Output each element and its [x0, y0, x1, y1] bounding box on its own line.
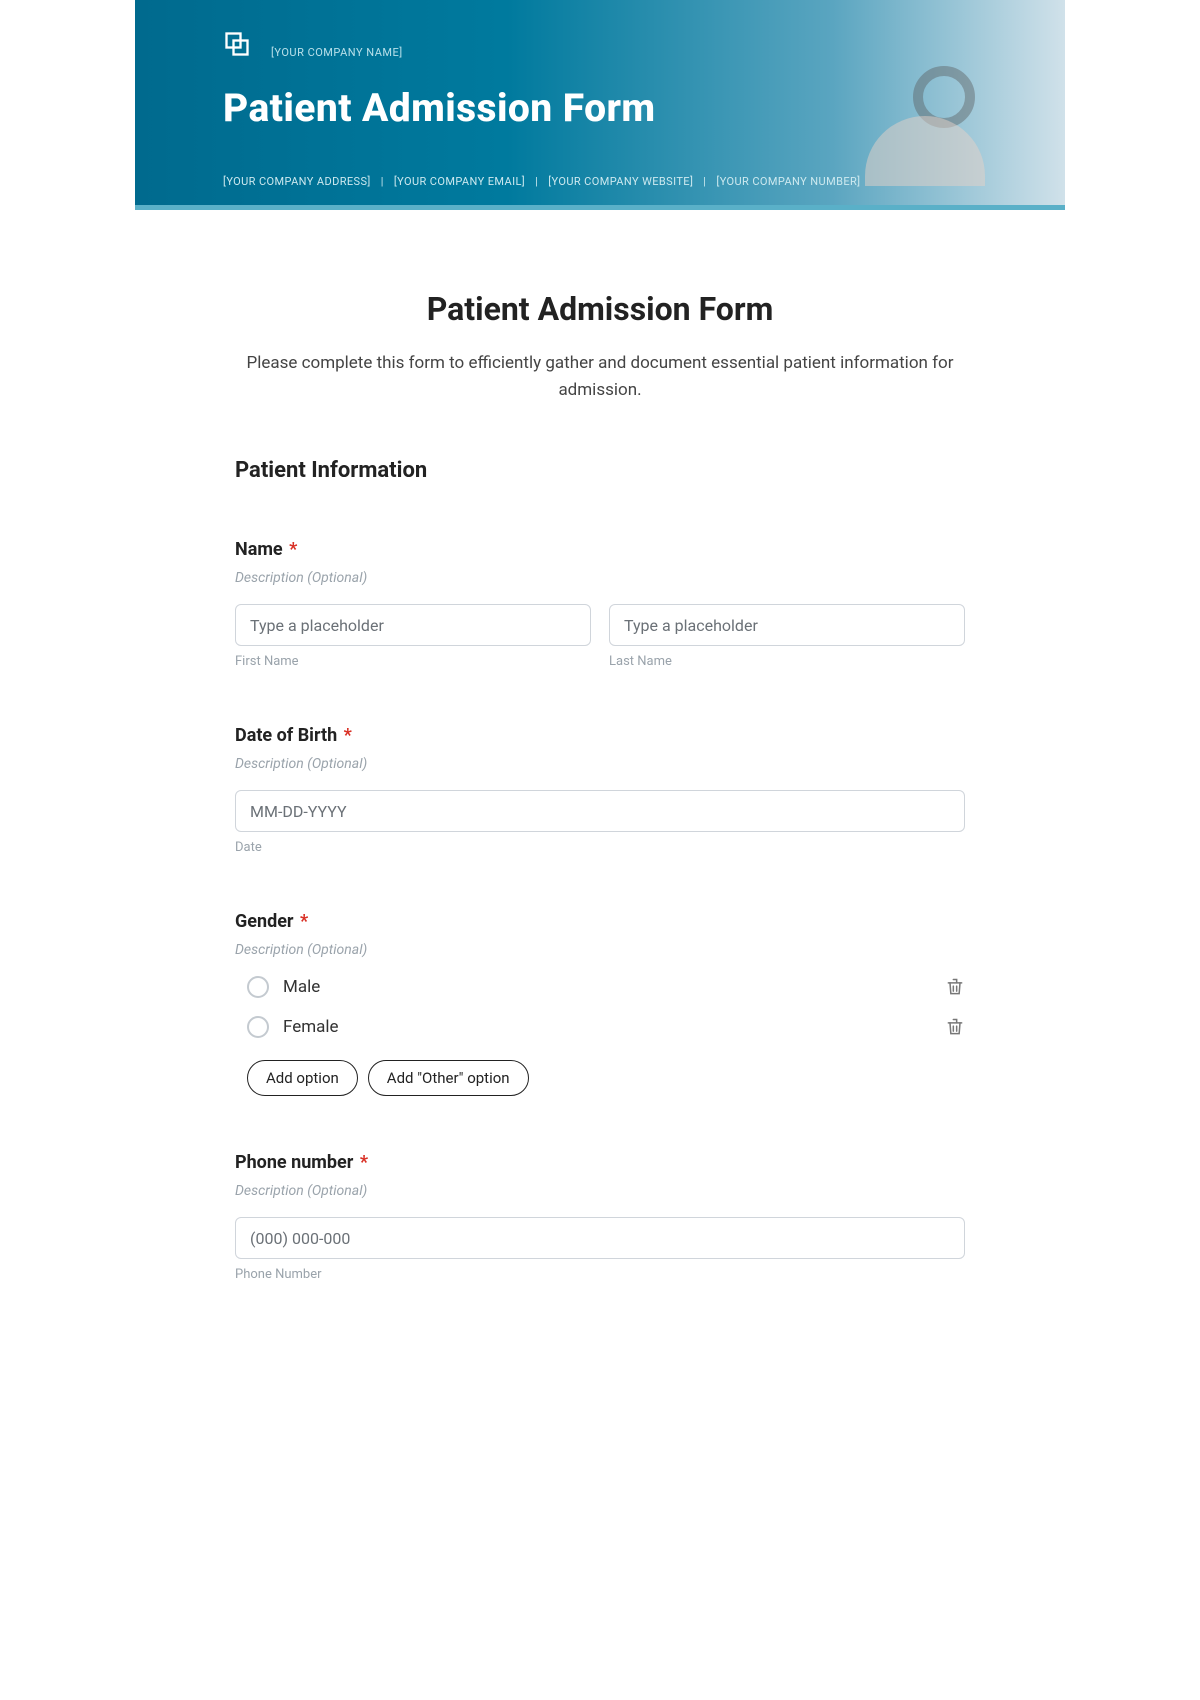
required-mark: * — [300, 911, 308, 932]
gender-label: Gender * — [235, 911, 965, 932]
first-name-sublabel: First Name — [235, 654, 591, 669]
delete-option-button[interactable] — [945, 1017, 965, 1037]
add-other-option-button[interactable]: Add "Other" option — [368, 1060, 529, 1096]
phone-sublabel: Phone Number — [235, 1267, 965, 1282]
name-label: Name * — [235, 539, 965, 560]
gender-option-label[interactable]: Male — [283, 977, 945, 997]
gender-option-female: Female — [235, 1016, 965, 1038]
gender-radio-female[interactable] — [247, 1016, 269, 1038]
company-number: [YOUR COMPANY NUMBER] — [716, 175, 860, 188]
company-address: [YOUR COMPANY ADDRESS] — [223, 175, 371, 188]
name-description[interactable]: Description (Optional) — [235, 570, 965, 586]
dob-sublabel: Date — [235, 840, 965, 855]
phone-label: Phone number * — [235, 1152, 965, 1173]
required-mark: * — [344, 725, 352, 746]
gender-option-male: Male — [235, 976, 965, 998]
gender-description[interactable]: Description (Optional) — [235, 942, 965, 958]
dob-label: Date of Birth * — [235, 725, 965, 746]
trash-icon — [945, 1017, 965, 1037]
company-logo-icon — [223, 30, 251, 58]
banner-info: [YOUR COMPANY ADDRESS]|[YOUR COMPANY EMA… — [223, 175, 977, 188]
dob-description[interactable]: Description (Optional) — [235, 756, 965, 772]
required-mark: * — [289, 539, 297, 560]
field-gender: Gender * Description (Optional) Male Fem… — [235, 911, 965, 1096]
delete-option-button[interactable] — [945, 977, 965, 997]
form-title: Patient Admission Form — [235, 290, 965, 328]
trash-icon — [945, 977, 965, 997]
banner-header: [YOUR COMPANY NAME] Patient Admission Fo… — [135, 0, 1065, 210]
field-name: Name * Description (Optional) First Name… — [235, 539, 965, 669]
required-mark: * — [360, 1152, 368, 1173]
field-phone: Phone number * Description (Optional) Ph… — [235, 1152, 965, 1282]
last-name-input[interactable] — [609, 604, 965, 646]
first-name-input[interactable] — [235, 604, 591, 646]
company-website: [YOUR COMPANY WEBSITE] — [548, 175, 693, 188]
company-name: [YOUR COMPANY NAME] — [271, 46, 977, 59]
phone-input[interactable] — [235, 1217, 965, 1259]
gender-radio-male[interactable] — [247, 976, 269, 998]
phone-description[interactable]: Description (Optional) — [235, 1183, 965, 1199]
section-patient-information: Patient Information — [235, 458, 965, 483]
add-option-button[interactable]: Add option — [247, 1060, 358, 1096]
gender-option-label[interactable]: Female — [283, 1017, 945, 1037]
company-email: [YOUR COMPANY EMAIL] — [394, 175, 525, 188]
field-dob: Date of Birth * Description (Optional) D… — [235, 725, 965, 855]
banner-title: Patient Admission Form — [223, 85, 977, 131]
form-description: Please complete this form to efficiently… — [245, 350, 955, 404]
dob-input[interactable] — [235, 790, 965, 832]
last-name-sublabel: Last Name — [609, 654, 965, 669]
